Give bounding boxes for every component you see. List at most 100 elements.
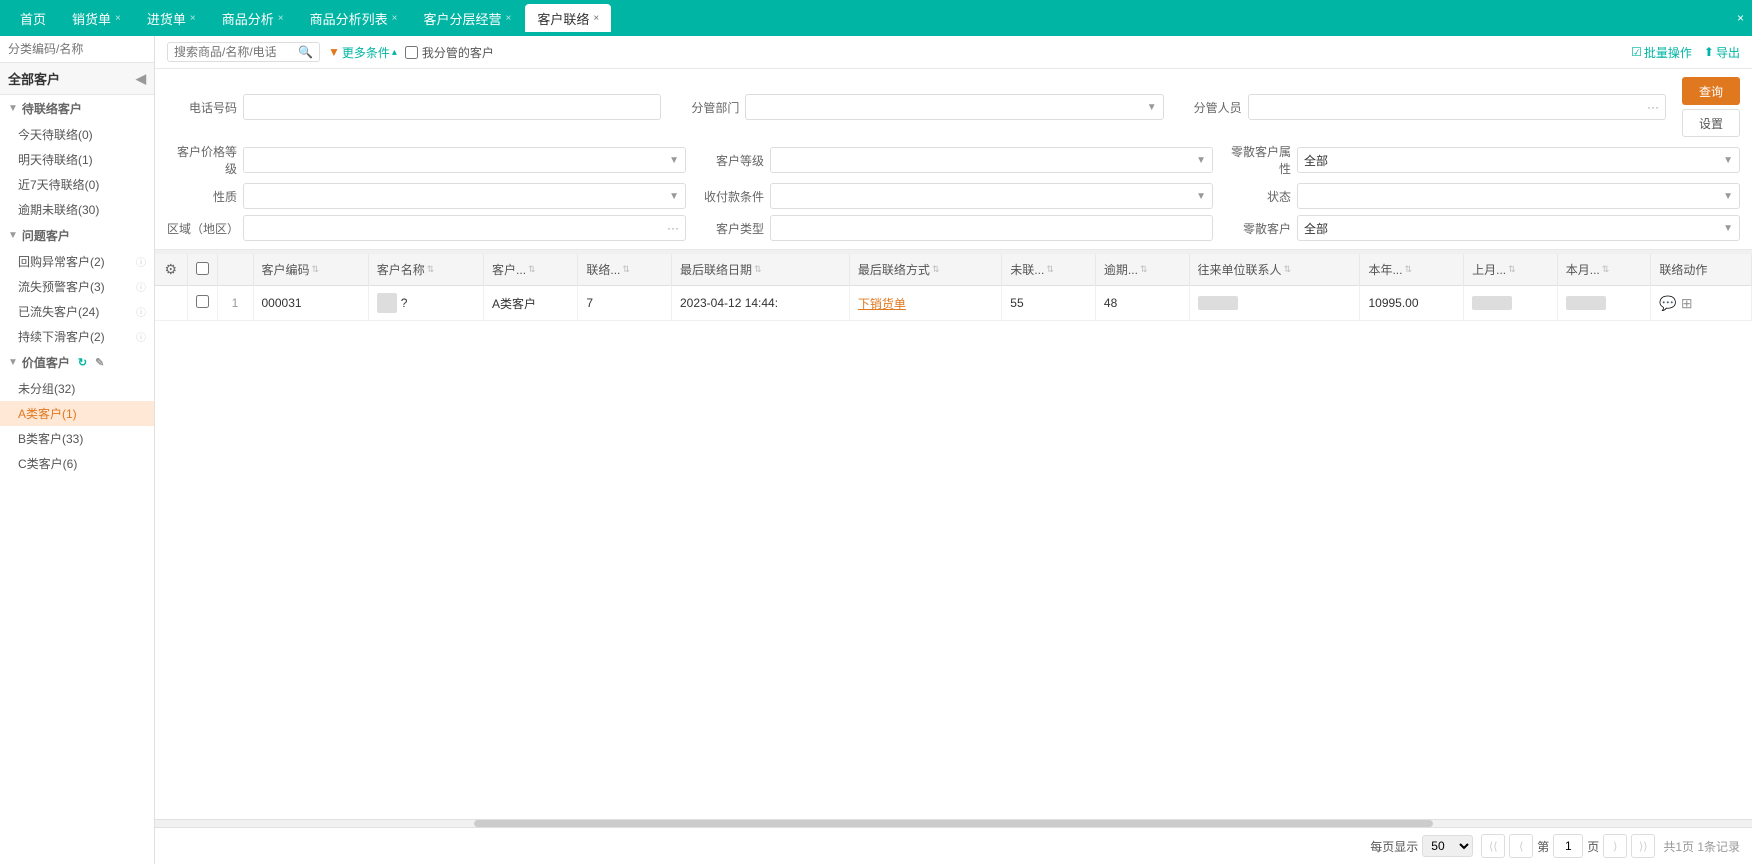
sidebar-item-declining[interactable]: 持续下滑客户(2) ⓘ <box>0 324 154 349</box>
sidebar: 🔍 全部客户 ◀ ▼ 待联络客户 今天待联络(0) 明天待联络(1) 近7天待联… <box>0 36 155 864</box>
th-customer-name[interactable]: 客户名称 ⇅ <box>368 254 483 286</box>
filter-input-retail-customer[interactable]: 全部 ▼ <box>1297 215 1740 241</box>
customer-type-value: A类客户 <box>492 297 536 311</box>
prev-page-button[interactable]: ⟨ <box>1509 834 1533 858</box>
tab-purchase-order[interactable]: 进货单 × <box>135 4 208 32</box>
first-page-button[interactable]: ⟨⟨ <box>1481 834 1505 858</box>
tab-sales-order[interactable]: 销货单 × <box>60 4 133 32</box>
filter-input-region[interactable]: ··· <box>243 215 686 241</box>
th-last-month[interactable]: 上月... ⇅ <box>1464 254 1558 286</box>
group-problem-customers[interactable]: ▼ 问题客户 <box>0 222 154 249</box>
manager-dots-icon[interactable]: ··· <box>1647 100 1659 114</box>
filter-row-3: 性质 ▼ 收付款条件 ▼ 状态 <box>167 183 1740 209</box>
filter-input-status[interactable]: ▼ <box>1297 183 1740 209</box>
group-pending-contact[interactable]: ▼ 待联络客户 <box>0 95 154 122</box>
filter-cell-customer-type: 客户类型 <box>694 215 1213 241</box>
column-settings-icon[interactable]: ⚙ <box>164 261 177 277</box>
sidebar-item-churned[interactable]: 已流失客户(24) ⓘ <box>0 299 154 324</box>
td-checkbox <box>187 286 217 321</box>
region-dots-icon[interactable]: ··· <box>667 221 679 235</box>
scrollbar-area <box>155 819 1752 827</box>
sidebar-item-c-class[interactable]: C类客户(6) <box>0 451 154 476</box>
close-tab-product-analysis-icon[interactable]: × <box>278 13 284 24</box>
sidebar-item-overdue[interactable]: 逾期未联络(30) <box>0 197 154 222</box>
filter-more-button[interactable]: ▼ 更多条件 ▴ <box>328 44 397 61</box>
batch-op-button[interactable]: ☑ 批量操作 <box>1631 44 1692 61</box>
close-tab-contact-icon[interactable]: × <box>593 13 599 24</box>
th-this-month[interactable]: 本月... ⇅ <box>1557 254 1651 286</box>
nav-home[interactable]: 首页 <box>8 9 58 28</box>
filter-search-icon[interactable]: 🔍 <box>298 45 313 59</box>
my-customers-checkbox[interactable] <box>405 46 418 59</box>
last-page-button[interactable]: ⟩⟩ <box>1631 834 1655 858</box>
sidebar-item-a-class[interactable]: A类客户(1) <box>0 401 154 426</box>
sidebar-item-ungrouped[interactable]: 未分组(32) <box>0 376 154 401</box>
filter-input-customer-level[interactable]: ▼ <box>770 147 1213 173</box>
page-suffix: 页 <box>1587 838 1599 855</box>
sidebar-item-repurchase-abnormal[interactable]: 回购异常客户(2) ⓘ <box>0 249 154 274</box>
next-page-button[interactable]: ⟩ <box>1603 834 1627 858</box>
sidebar-item-tomorrow[interactable]: 明天待联络(1) <box>0 147 154 172</box>
sidebar-item-overdue-label: 逾期未联络(30) <box>18 201 146 218</box>
th-num <box>217 254 253 286</box>
sort-last-month-icon: ⇅ <box>1508 264 1516 275</box>
filter-input-retail-attr[interactable]: 全部 ▼ <box>1297 147 1740 173</box>
query-button[interactable]: 查询 <box>1682 77 1740 105</box>
tab-customer-contact[interactable]: 客户联络 × <box>525 4 611 32</box>
sort-last-contact-method-icon: ⇅ <box>932 264 940 275</box>
page-nav: ⟨⟨ ⟨ 第 页 ⟩ ⟩⟩ <box>1481 834 1655 858</box>
close-tab-segment-icon[interactable]: × <box>505 13 511 24</box>
sidebar-search-input[interactable] <box>8 42 155 56</box>
sidebar-item-churn-warning[interactable]: 流失预警客户(3) ⓘ <box>0 274 154 299</box>
filter-input-dept[interactable]: ▼ <box>745 94 1163 120</box>
th-customer-type[interactable]: 客户... ⇅ <box>484 254 578 286</box>
filter-input-phone[interactable] <box>243 94 661 120</box>
export-button[interactable]: ⬆ 导出 <box>1704 44 1740 61</box>
tab-customer-segment[interactable]: 客户分层经营 × <box>411 4 523 32</box>
main-layout: 🔍 全部客户 ◀ ▼ 待联络客户 今天待联络(0) 明天待联络(1) 近7天待联… <box>0 36 1752 864</box>
th-contact-count[interactable]: 联络... ⇅ <box>578 254 672 286</box>
filter-cell-retail-customer: 零散客户 全部 ▼ <box>1221 215 1740 241</box>
filter-input-payment[interactable]: ▼ <box>770 183 1213 209</box>
all-customers-header[interactable]: 全部客户 ◀ <box>0 63 154 95</box>
row-checkbox[interactable] <box>196 295 209 308</box>
edit-icon[interactable]: ✎ <box>95 356 104 369</box>
sidebar-item-7days[interactable]: 近7天待联络(0) <box>0 172 154 197</box>
th-overdue[interactable]: 逾期... ⇅ <box>1095 254 1189 286</box>
filter-search-input[interactable] <box>174 45 294 59</box>
th-last-contact-method[interactable]: 最后联络方式 ⇅ <box>849 254 1001 286</box>
close-tab-sales-order-icon[interactable]: × <box>115 13 121 24</box>
set-button[interactable]: 设置 <box>1682 109 1740 137</box>
scrollbar-thumb[interactable] <box>474 820 1432 827</box>
pagination-bar: 每页显示 50 10 20 100 ⟨⟨ ⟨ 第 页 ⟩ ⟩⟩ 共1页 1条记录 <box>155 827 1752 864</box>
th-customer-code[interactable]: 客户编码 ⇅ <box>253 254 368 286</box>
filter-input-manager[interactable]: ··· <box>1248 94 1666 120</box>
th-related-contact[interactable]: 往来单位联系人 ⇅ <box>1189 254 1360 286</box>
refresh-icon[interactable]: ↻ <box>78 356 87 369</box>
tab-product-analysis[interactable]: 商品分析 × <box>210 4 296 32</box>
chat-action-icon[interactable]: 💬 <box>1659 295 1676 312</box>
th-this-year[interactable]: 本年... ⇅ <box>1360 254 1464 286</box>
current-page-input[interactable] <box>1553 834 1583 858</box>
group-value-customers[interactable]: ▼ 价值客户 ↻ ✎ <box>0 349 154 376</box>
select-all-checkbox[interactable] <box>196 262 209 275</box>
close-tab-product-list-icon[interactable]: × <box>392 13 398 24</box>
tab-product-analysis-list[interactable]: 商品分析列表 × <box>298 4 410 32</box>
th-uncontacted[interactable]: 未联... ⇅ <box>1002 254 1096 286</box>
per-page-label: 每页显示 <box>1370 838 1418 855</box>
filter-cell-payment: 收付款条件 ▼ <box>694 183 1213 209</box>
sidebar-item-today[interactable]: 今天待联络(0) <box>0 122 154 147</box>
last-contact-method-value[interactable]: 下销货单 <box>858 297 906 311</box>
qr-action-icon[interactable]: ⊞ <box>1681 295 1693 312</box>
sidebar-collapse-icon[interactable]: ◀ <box>136 71 146 87</box>
filter-input-nature[interactable]: ▼ <box>243 183 686 209</box>
td-contact-count: 7 <box>578 286 672 321</box>
filter-input-customer-type[interactable] <box>770 215 1213 241</box>
close-tab-purchase-icon[interactable]: × <box>190 13 196 24</box>
filter-input-price-level[interactable]: ▼ <box>243 147 686 173</box>
sidebar-item-b-class[interactable]: B类客户(33) <box>0 426 154 451</box>
per-page-dropdown[interactable]: 50 10 20 100 <box>1422 835 1473 857</box>
th-last-contact-date[interactable]: 最后联络日期 ⇅ <box>671 254 849 286</box>
sidebar-item-churn-warning-label: 流失预警客户(3) <box>18 278 136 295</box>
close-all-button[interactable]: × <box>1737 11 1744 25</box>
